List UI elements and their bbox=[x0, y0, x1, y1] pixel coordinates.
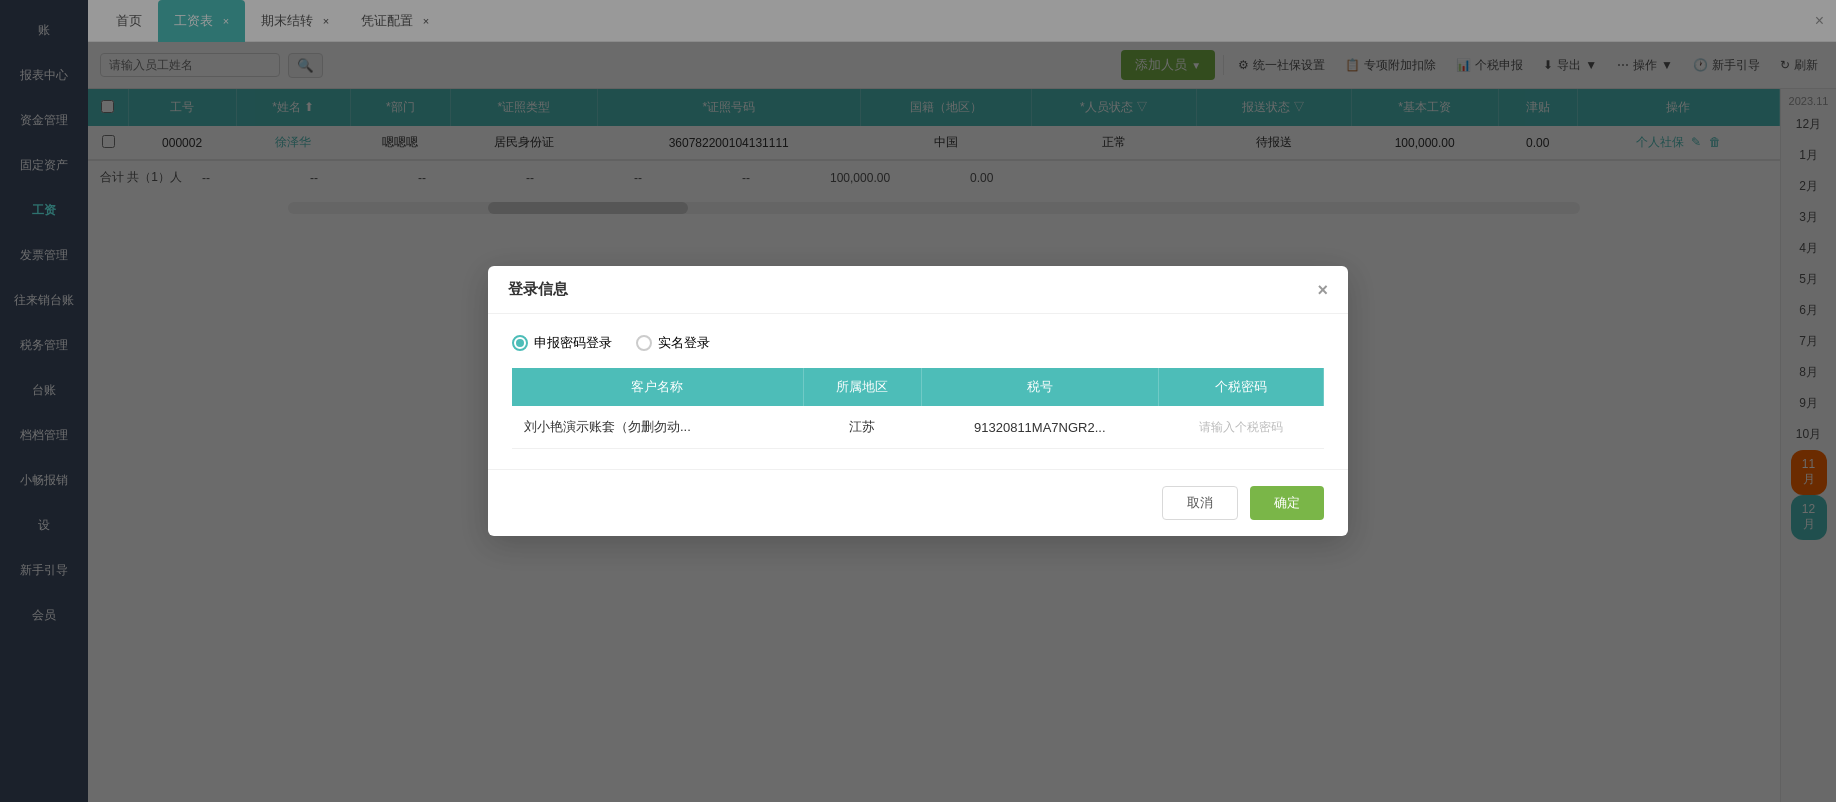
radio-realname-label: 实名登录 bbox=[658, 334, 710, 352]
dialog-table: 客户名称 所属地区 税号 个税密码 刘小艳演示账套（勿删勿动... 江苏 913… bbox=[512, 368, 1324, 449]
login-info-dialog: 登录信息 × 申报密码登录 实名登录 客户名称 所属地区 bbox=[488, 266, 1348, 536]
dialog-body: 申报密码登录 实名登录 客户名称 所属地区 税号 个税密码 bbox=[488, 314, 1348, 469]
region-cell: 江苏 bbox=[803, 406, 921, 449]
radio-password-label: 申报密码登录 bbox=[534, 334, 612, 352]
dialog-col-header-region: 所属地区 bbox=[803, 368, 921, 406]
dialog-col-header-taxno: 税号 bbox=[921, 368, 1159, 406]
radio-option-password[interactable]: 申报密码登录 bbox=[512, 334, 612, 352]
dialog-title: 登录信息 bbox=[508, 280, 568, 299]
taxno-cell: 91320811MA7NGR2... bbox=[921, 406, 1159, 449]
cancel-button[interactable]: 取消 bbox=[1162, 486, 1238, 520]
customer-name-cell: 刘小艳演示账套（勿删勿动... bbox=[512, 406, 803, 449]
dialog-footer: 取消 确定 bbox=[488, 469, 1348, 536]
login-type-radio-group: 申报密码登录 实名登录 bbox=[512, 334, 1324, 352]
radio-option-realname[interactable]: 实名登录 bbox=[636, 334, 710, 352]
modal-overlay: 登录信息 × 申报密码登录 实名登录 客户名称 所属地区 bbox=[0, 0, 1836, 802]
confirm-button[interactable]: 确定 bbox=[1250, 486, 1324, 520]
dialog-close-button[interactable]: × bbox=[1317, 281, 1328, 299]
dialog-header: 登录信息 × bbox=[488, 266, 1348, 314]
dialog-col-header-pwd: 个税密码 bbox=[1159, 368, 1324, 406]
pwd-cell[interactable]: 请输入个税密码 bbox=[1159, 406, 1324, 449]
radio-password-dot bbox=[512, 335, 528, 351]
dialog-table-row: 刘小艳演示账套（勿删勿动... 江苏 91320811MA7NGR2... 请输… bbox=[512, 406, 1324, 449]
radio-realname-dot bbox=[636, 335, 652, 351]
pwd-placeholder: 请输入个税密码 bbox=[1199, 420, 1283, 434]
dialog-col-header-customer: 客户名称 bbox=[512, 368, 803, 406]
